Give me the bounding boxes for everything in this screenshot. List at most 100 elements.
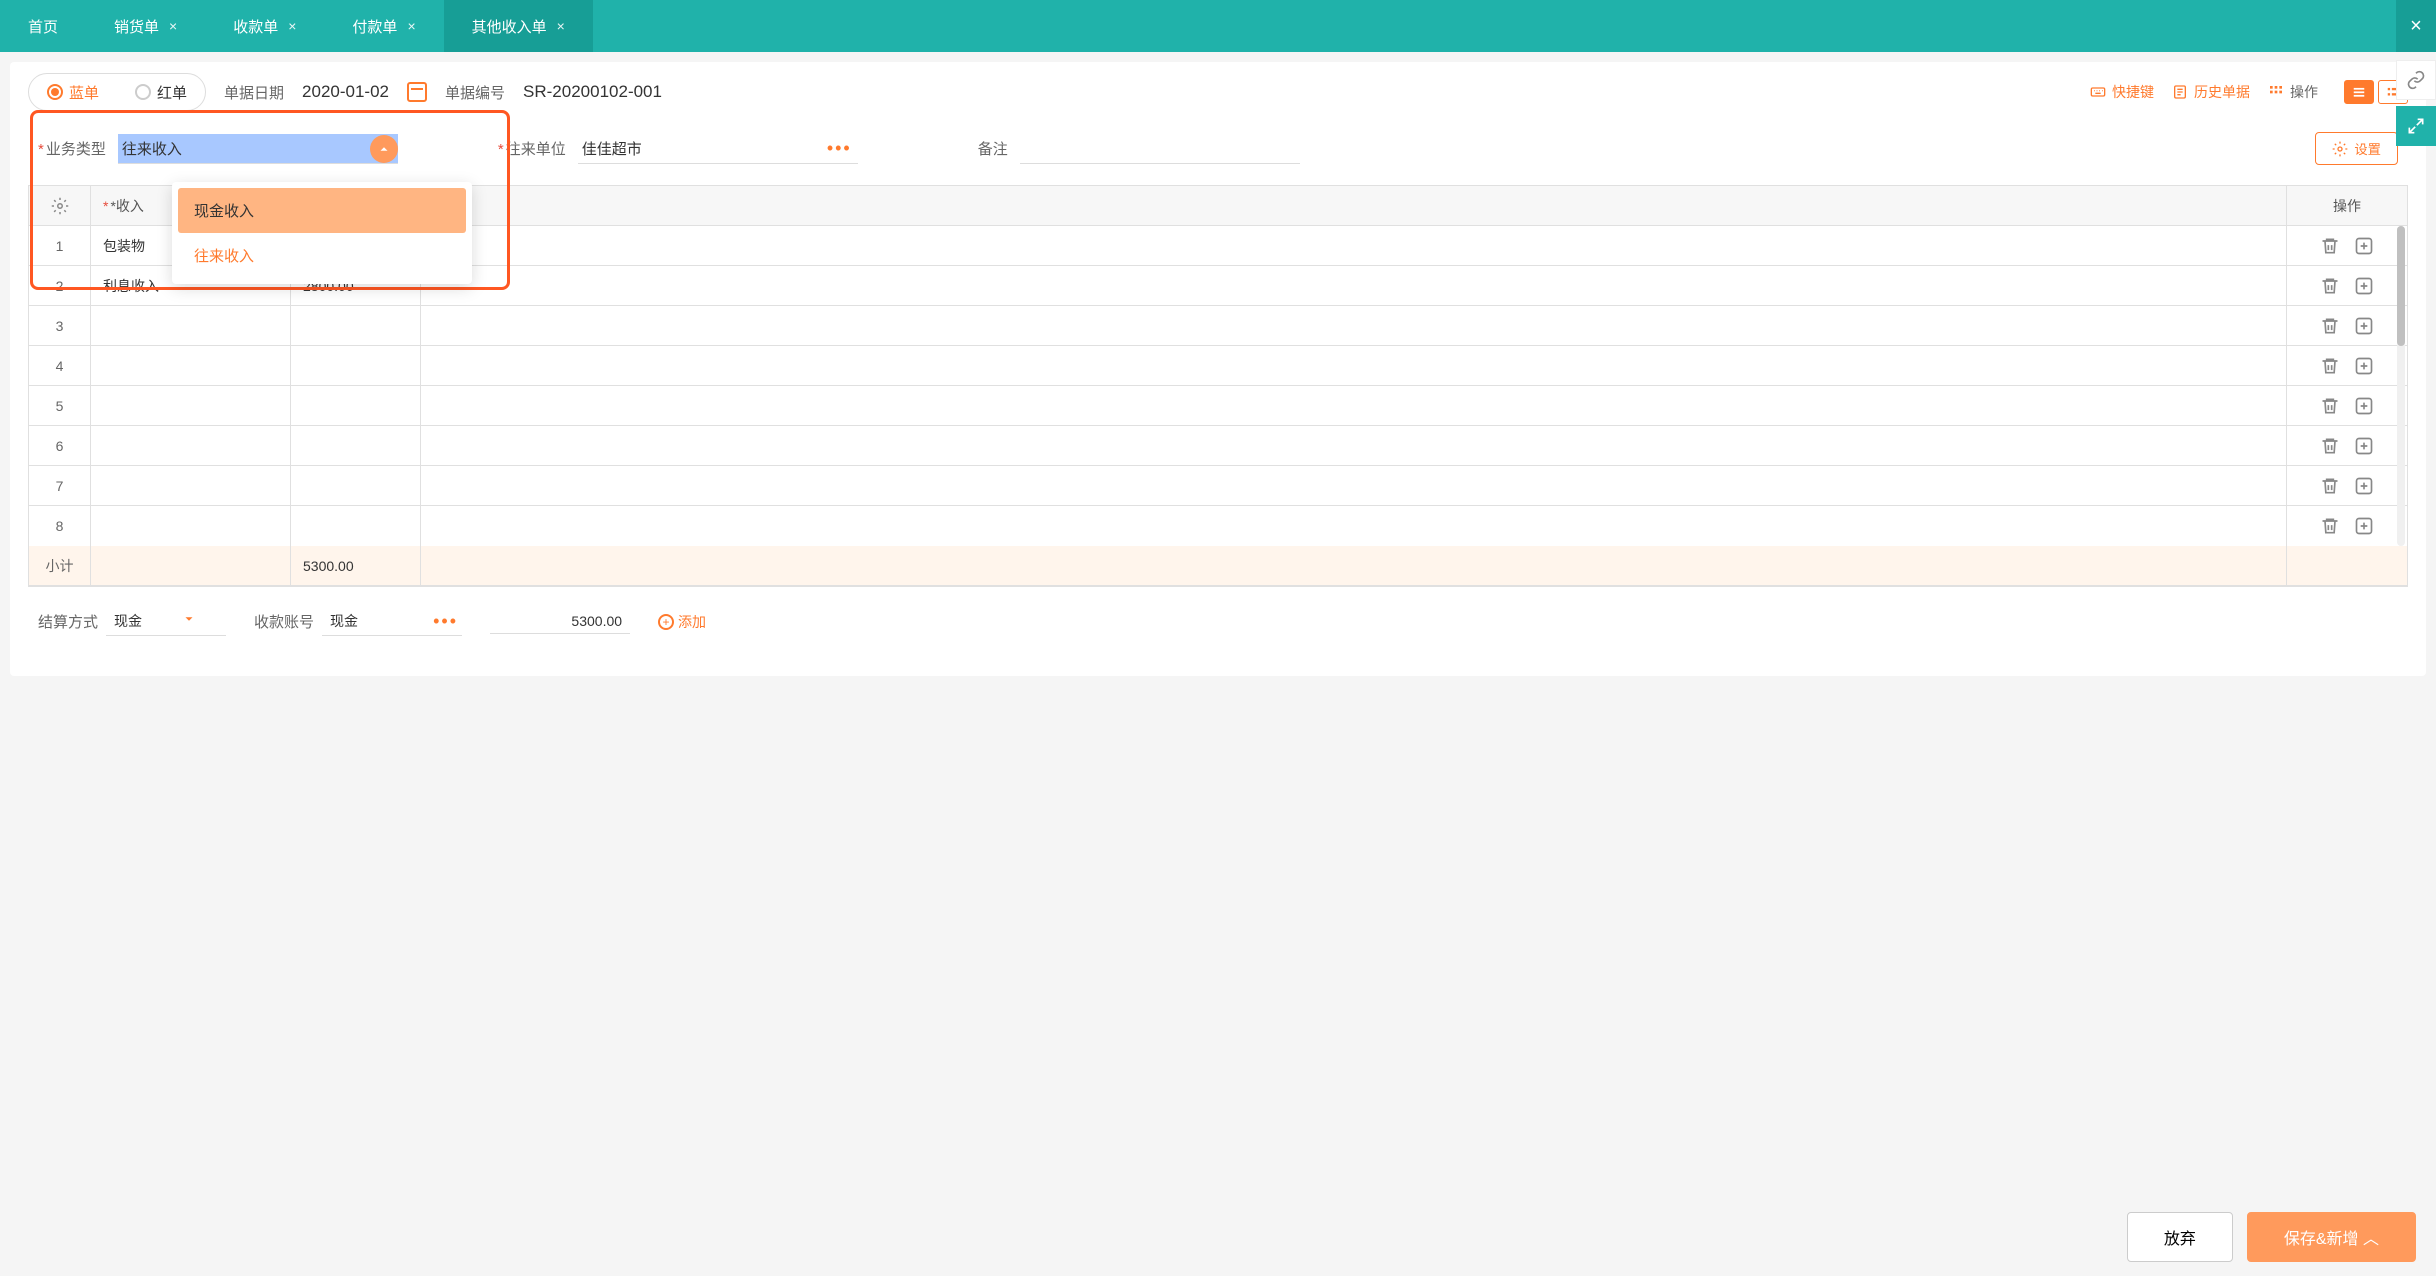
red-bill-toggle[interactable]: 红单 (117, 74, 205, 110)
row-remark[interactable] (421, 306, 2287, 345)
table-row[interactable]: 7 (29, 466, 2407, 506)
close-icon[interactable]: × (407, 18, 415, 34)
table-row[interactable]: 6 (29, 426, 2407, 466)
save-button[interactable]: 保存&新增 ︿ (2247, 1212, 2416, 1262)
delete-icon[interactable] (2320, 316, 2340, 336)
delete-icon[interactable] (2320, 276, 2340, 296)
account-input[interactable]: 现金••• (322, 607, 462, 636)
form-row: *业务类型 现金收入 往来收入 *往来单位 ••• 备注 设置 (10, 122, 2426, 175)
row-name[interactable] (91, 306, 291, 345)
add-row-icon[interactable] (2354, 236, 2374, 256)
close-icon[interactable]: × (288, 18, 296, 34)
shortcut-button[interactable]: 快捷键 (2090, 82, 2154, 102)
list-view-button[interactable] (2344, 80, 2374, 104)
expand-button[interactable] (2396, 106, 2436, 146)
table-row[interactable]: 4 (29, 346, 2407, 386)
delete-icon[interactable] (2320, 516, 2340, 536)
row-index: 3 (29, 306, 91, 345)
row-amount[interactable] (291, 506, 421, 546)
add-button[interactable]: +添加 (658, 612, 706, 632)
party-field: *往来单位 ••• (498, 134, 858, 164)
dropdown-option-current[interactable]: 往来收入 (178, 233, 466, 278)
add-row-icon[interactable] (2354, 316, 2374, 336)
ops-button[interactable]: 操作 (2268, 82, 2318, 102)
blue-bill-toggle[interactable]: 蓝单 (29, 74, 117, 110)
doc-date-label: 单据日期 (224, 82, 284, 103)
dropdown-option-cash[interactable]: 现金收入 (178, 188, 466, 233)
calendar-icon[interactable] (407, 82, 427, 102)
bill-type-toggle: 蓝单 红单 (28, 73, 206, 111)
add-row-icon[interactable] (2354, 396, 2374, 416)
row-amount[interactable] (291, 306, 421, 345)
settings-cell[interactable] (29, 186, 91, 225)
row-amount[interactable] (291, 346, 421, 385)
row-index: 5 (29, 386, 91, 425)
row-amount[interactable] (291, 426, 421, 465)
close-icon[interactable]: × (557, 18, 565, 34)
delete-icon[interactable] (2320, 436, 2340, 456)
row-name[interactable] (91, 506, 291, 546)
link-button[interactable] (2396, 60, 2436, 100)
tab-receipt[interactable]: 收款单× (205, 0, 324, 52)
row-ops (2287, 226, 2407, 265)
scrollbar[interactable] (2397, 226, 2405, 546)
row-remark[interactable] (421, 266, 2287, 305)
row-amount[interactable] (291, 386, 421, 425)
close-icon[interactable]: × (169, 18, 177, 34)
cancel-button[interactable]: 放弃 (2127, 1212, 2233, 1262)
row-remark[interactable] (421, 506, 2287, 546)
add-row-icon[interactable] (2354, 516, 2374, 536)
row-remark[interactable] (421, 226, 2287, 265)
account-field: 收款账号 现金••• (254, 607, 462, 636)
tab-payment[interactable]: 付款单× (324, 0, 443, 52)
more-icon[interactable]: ••• (827, 138, 852, 159)
row-ops (2287, 466, 2407, 505)
tab-other-income[interactable]: 其他收入单× (444, 0, 593, 52)
row-amount[interactable] (291, 466, 421, 505)
row-name[interactable] (91, 346, 291, 385)
footer-actions: 放弃 保存&新增 ︿ (2107, 1198, 2436, 1276)
add-row-icon[interactable] (2354, 436, 2374, 456)
table-row[interactable]: 3 (29, 306, 2407, 346)
tab-bar: 首页 销货单× 收款单× 付款单× 其他收入单× × (0, 0, 2436, 52)
delete-icon[interactable] (2320, 356, 2340, 376)
row-remark[interactable] (421, 466, 2287, 505)
row-remark[interactable] (421, 426, 2287, 465)
tab-sales[interactable]: 销货单× (86, 0, 205, 52)
delete-icon[interactable] (2320, 236, 2340, 256)
row-remark[interactable] (421, 386, 2287, 425)
tabbar-close-button[interactable]: × (2396, 0, 2436, 52)
more-icon[interactable]: ••• (433, 611, 458, 632)
settings-button[interactable]: 设置 (2315, 132, 2398, 165)
add-row-icon[interactable] (2354, 356, 2374, 376)
row-ops (2287, 346, 2407, 385)
biz-type-input[interactable] (118, 134, 398, 164)
scrollbar-thumb[interactable] (2397, 226, 2405, 346)
remark-input[interactable] (1020, 134, 1300, 164)
delete-icon[interactable] (2320, 476, 2340, 496)
row-remark[interactable] (421, 346, 2287, 385)
party-input[interactable] (578, 134, 858, 164)
add-row-icon[interactable] (2354, 476, 2374, 496)
row-name[interactable] (91, 466, 291, 505)
table-row[interactable]: 5 (29, 386, 2407, 426)
keyboard-icon (2090, 84, 2106, 100)
row-index: 7 (29, 466, 91, 505)
tab-home[interactable]: 首页 (0, 0, 86, 52)
chevron-up-icon: ︿ (2363, 1231, 2379, 1248)
amount-input[interactable]: 5300.00 (490, 609, 630, 634)
add-row-icon[interactable] (2354, 276, 2374, 296)
row-name[interactable] (91, 386, 291, 425)
settle-method-field: 结算方式 现金 (38, 607, 226, 636)
chevron-up-icon[interactable] (370, 135, 398, 163)
remark-field: 备注 (978, 134, 1300, 164)
biz-type-dropdown: 现金收入 往来收入 (172, 182, 472, 284)
doc-date-value[interactable]: 2020-01-02 (302, 82, 389, 102)
settle-method-input[interactable]: 现金 (106, 607, 226, 636)
row-name[interactable] (91, 426, 291, 465)
table-row[interactable]: 8 (29, 506, 2407, 546)
delete-icon[interactable] (2320, 396, 2340, 416)
chevron-down-icon[interactable] (182, 613, 196, 629)
grid-icon (2268, 84, 2284, 100)
history-button[interactable]: 历史单据 (2172, 82, 2250, 102)
